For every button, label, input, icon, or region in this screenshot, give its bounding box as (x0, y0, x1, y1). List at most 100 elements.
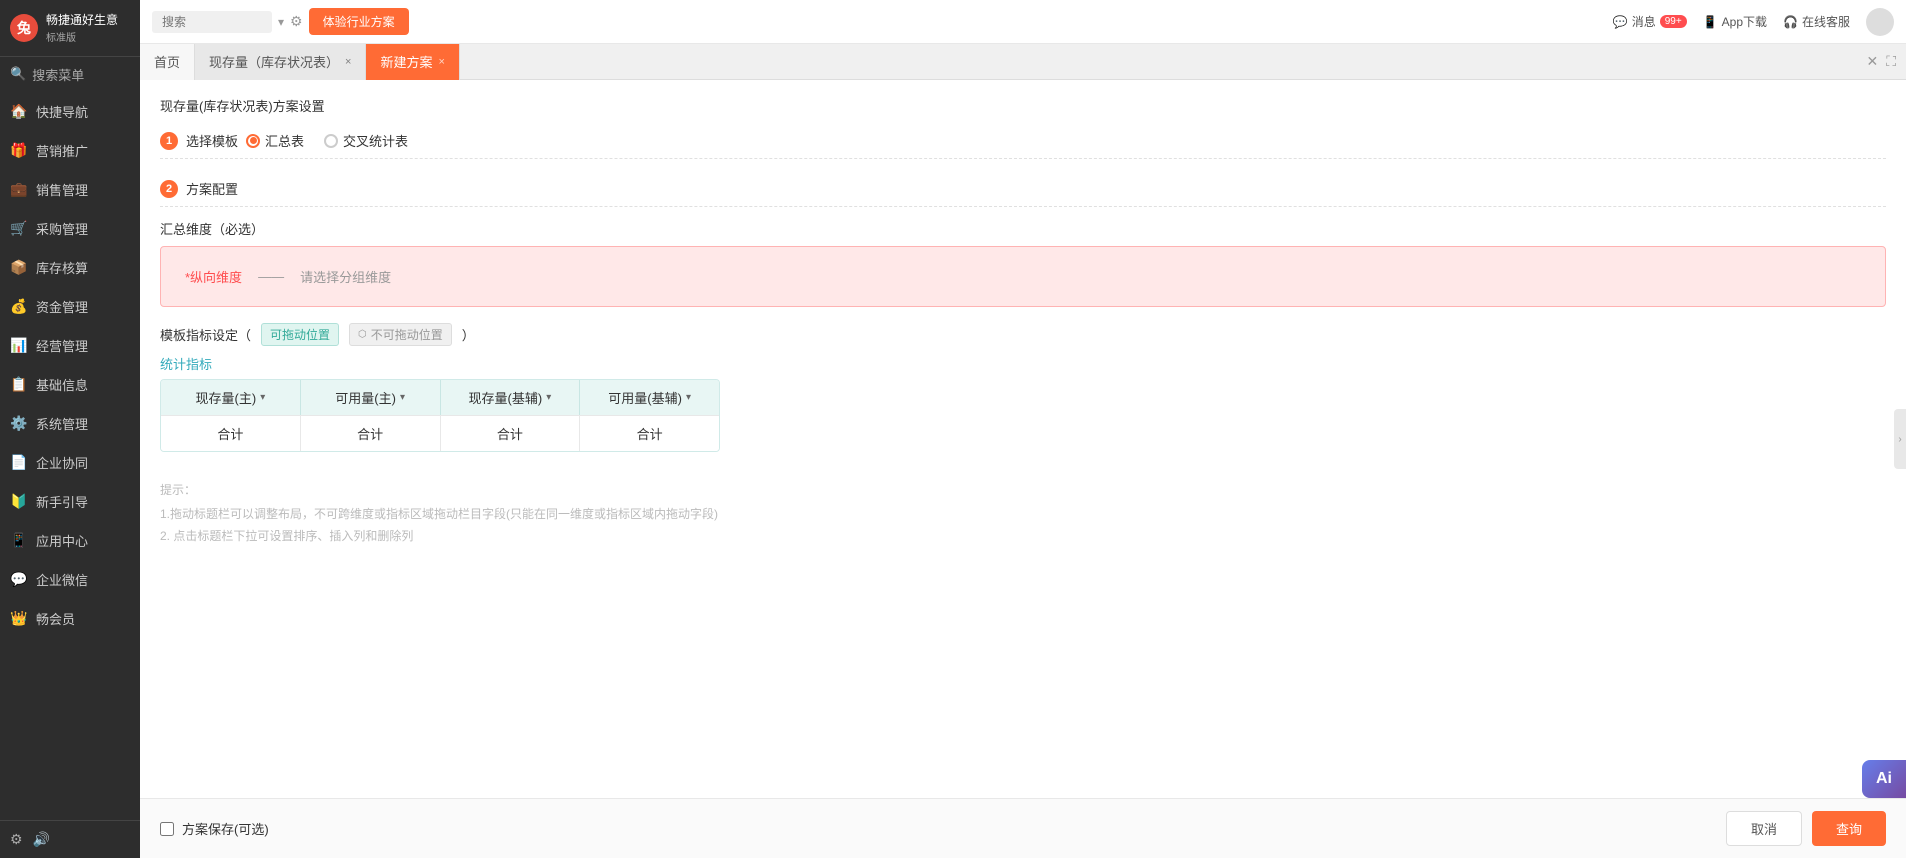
sidebar-nav-item-newbie[interactable]: 🔰 新手引导 (0, 482, 140, 521)
settings-bottom-icon[interactable]: ⚙ (10, 831, 23, 848)
system-icon: ⚙️ (10, 415, 28, 432)
step1-section: 1 选择模板 汇总表 交叉统计表 (160, 131, 1886, 159)
audio-bottom-icon[interactable]: 🔊 (33, 831, 50, 848)
stats-data-3: 合计 (580, 415, 719, 451)
page-title: 现存量(库存状况表)方案设置 (160, 96, 1886, 115)
search-icon: 🔍 (10, 66, 26, 82)
sidebar-nav-item-finance[interactable]: 💰 资金管理 (0, 287, 140, 326)
sidebar-search[interactable]: 🔍 搜索菜单 (0, 57, 140, 92)
stats-header-row: 现存量(主) ▾ 可用量(主) ▾ 现存量(基辅) ▾ (161, 380, 719, 415)
stats-table: 现存量(主) ▾ 可用量(主) ▾ 现存量(基辅) ▾ (160, 379, 720, 452)
footer-bar: 方案保存(可选) 取消 查询 (140, 798, 1906, 858)
stats-title: 统计指标 (160, 354, 1886, 373)
topbar-right: 💬 消息 99+ 📱 App下载 🎧 在线客服 (1613, 8, 1894, 36)
sidebar-nav-item-inventory[interactable]: 📦 库存核算 (0, 248, 140, 287)
sidebar-nav-item-system[interactable]: ⚙️ 系统管理 (0, 404, 140, 443)
stats-col-1-dropdown[interactable]: ▾ (400, 392, 405, 403)
sales-icon: 💼 (10, 181, 28, 198)
tab-expand-icon[interactable]: ✕ (1866, 53, 1878, 70)
right-panel-arrow: › (1898, 434, 1901, 445)
step1-title: 选择模板 (186, 131, 238, 150)
step2-header: 2 方案配置 (160, 179, 1886, 207)
stats-col-2-header: 现存量(基辅) ▾ (441, 380, 581, 415)
ai-float-button[interactable]: Ai (1862, 760, 1906, 798)
stats-section: 统计指标 现存量(主) ▾ 可用量(主) ▾ (160, 354, 1886, 455)
topbar-search-input[interactable] (152, 11, 272, 33)
stats-col-0-dropdown[interactable]: ▾ (260, 392, 265, 403)
radio-summary-dot (246, 134, 260, 148)
save-scheme-label[interactable]: 方案保存(可选) (182, 819, 269, 838)
trial-button[interactable]: 体验行业方案 (309, 8, 409, 35)
footer-actions: 取消 查询 (1726, 811, 1886, 846)
tab-new-scheme[interactable]: 新建方案 × (366, 44, 459, 80)
tab-fullscreen-icon[interactable]: ⛶ (1886, 53, 1896, 70)
sidebar-nav-item-marketing[interactable]: 🎁 营销推广 (0, 131, 140, 170)
sidebar-nav-item-vip[interactable]: 👑 畅会员 (0, 599, 140, 638)
page-inner: 现存量(库存状况表)方案设置 1 选择模板 汇总表 交叉统计表 (140, 80, 1906, 798)
radio-cross-dot (324, 134, 338, 148)
tab-new-scheme-close-icon[interactable]: × (438, 56, 444, 68)
newbie-icon: 🔰 (10, 493, 28, 510)
dimension-label: 汇总维度（必选） (160, 219, 1886, 238)
save-scheme-checkbox[interactable] (160, 822, 174, 836)
tips-title: 提示： (160, 481, 1886, 498)
tab-home[interactable]: 首页 (140, 44, 195, 80)
app-download-item[interactable]: 📱 App下载 (1703, 13, 1767, 30)
stats-data-row: 合计 合计 合计 合计 (161, 415, 719, 451)
non-draggable-icon: ⬡ (358, 329, 367, 340)
home-icon: 🏠 (10, 103, 28, 120)
query-button[interactable]: 查询 (1812, 811, 1886, 846)
main-area: ▾ ⚙ 体验行业方案 💬 消息 99+ 📱 App下载 🎧 在线客服 首页 (140, 0, 1906, 858)
stats-col-1-header: 可用量(主) ▾ (301, 380, 441, 415)
sidebar-nav-item-sales[interactable]: 💼 销售管理 (0, 170, 140, 209)
step2-title: 方案配置 (186, 179, 238, 198)
message-icon: 💬 (1613, 15, 1628, 29)
sidebar: 兔 畅捷通好生意 标准版 🔍 搜索菜单 🏠 快捷导航 🎁 营销推广 💼 销售管理… (0, 0, 140, 858)
sidebar-nav-item-operations[interactable]: 📊 经营管理 (0, 326, 140, 365)
app-icon: 📱 (10, 532, 28, 549)
stats-col-2-dropdown[interactable]: ▾ (546, 392, 551, 403)
sidebar-nav-item-app[interactable]: 📱 应用中心 (0, 521, 140, 560)
radio-cross[interactable]: 交叉统计表 (324, 131, 408, 150)
step2-section: 2 方案配置 汇总维度（必选） *纵向维度 —— 请选择分组维度 模板指标设定（… (160, 179, 1886, 557)
tab-inventory-close-icon[interactable]: × (345, 56, 351, 68)
finance-icon: 💰 (10, 298, 28, 315)
tips-section: 提示： 1.拖动标题栏可以调整布局，不可跨维度或指标区域拖动栏目字段(只能在同一… (160, 471, 1886, 557)
step1-header: 1 选择模板 汇总表 交叉统计表 (160, 131, 1886, 159)
sidebar-bottom: ⚙ 🔊 (0, 820, 140, 858)
app-download-icon: 📱 (1703, 15, 1718, 29)
dimension-box: *纵向维度 —— 请选择分组维度 (160, 246, 1886, 307)
basic-icon: 📋 (10, 376, 28, 393)
radio-summary[interactable]: 汇总表 (246, 131, 304, 150)
metrics-config-area: 模板指标设定（ 可拖动位置 ⬡ 不可拖动位置 ） 统计指标 (160, 323, 1886, 557)
sidebar-nav-item[interactable]: 🏠 快捷导航 (0, 92, 140, 131)
tip-item-1: 2. 点击标题栏下拉可设置排序、插入列和删除列 (160, 526, 1886, 548)
sidebar-nav-item-purchase[interactable]: 🛒 采购管理 (0, 209, 140, 248)
logo-icon: 兔 (10, 14, 38, 42)
topbar-dropdown-icon[interactable]: ▾ (278, 15, 284, 29)
step2-badge: 2 (160, 180, 178, 198)
tab-inventory-status[interactable]: 现存量（库存状况表） × (195, 44, 366, 80)
wechat-icon: 💬 (10, 571, 28, 588)
sidebar-nav-item-basic[interactable]: 📋 基础信息 (0, 365, 140, 404)
cancel-button[interactable]: 取消 (1726, 811, 1802, 846)
customer-service-item[interactable]: 🎧 在线客服 (1783, 13, 1850, 30)
message-item[interactable]: 💬 消息 99+ (1613, 13, 1687, 30)
tip-item-0: 1.拖动标题栏可以调整布局，不可跨维度或指标区域拖动栏目字段(只能在同一维度或指… (160, 504, 1886, 526)
right-panel-indicator[interactable]: › (1894, 409, 1906, 469)
metrics-label: 模板指标设定（ 可拖动位置 ⬡ 不可拖动位置 ） (160, 323, 1886, 346)
stats-col-3-header: 可用量(基辅) ▾ (580, 380, 719, 415)
sidebar-nav-item-contract[interactable]: 📄 企业协同 (0, 443, 140, 482)
step1-badge: 1 (160, 132, 178, 150)
sidebar-nav-item-wechat[interactable]: 💬 企业微信 (0, 560, 140, 599)
page-content: 现存量(库存状况表)方案设置 1 选择模板 汇总表 交叉统计表 (140, 80, 1906, 798)
dimension-placeholder: 请选择分组维度 (300, 267, 391, 286)
topbar-gear-icon[interactable]: ⚙ (290, 13, 303, 30)
operations-icon: 📊 (10, 337, 28, 354)
dimension-separator: —— (258, 269, 284, 284)
draggable-tag: 可拖动位置 (261, 323, 339, 346)
customer-service-icon: 🎧 (1783, 15, 1798, 29)
user-avatar[interactable] (1866, 8, 1894, 36)
vip-icon: 👑 (10, 610, 28, 627)
stats-col-3-dropdown[interactable]: ▾ (686, 392, 691, 403)
